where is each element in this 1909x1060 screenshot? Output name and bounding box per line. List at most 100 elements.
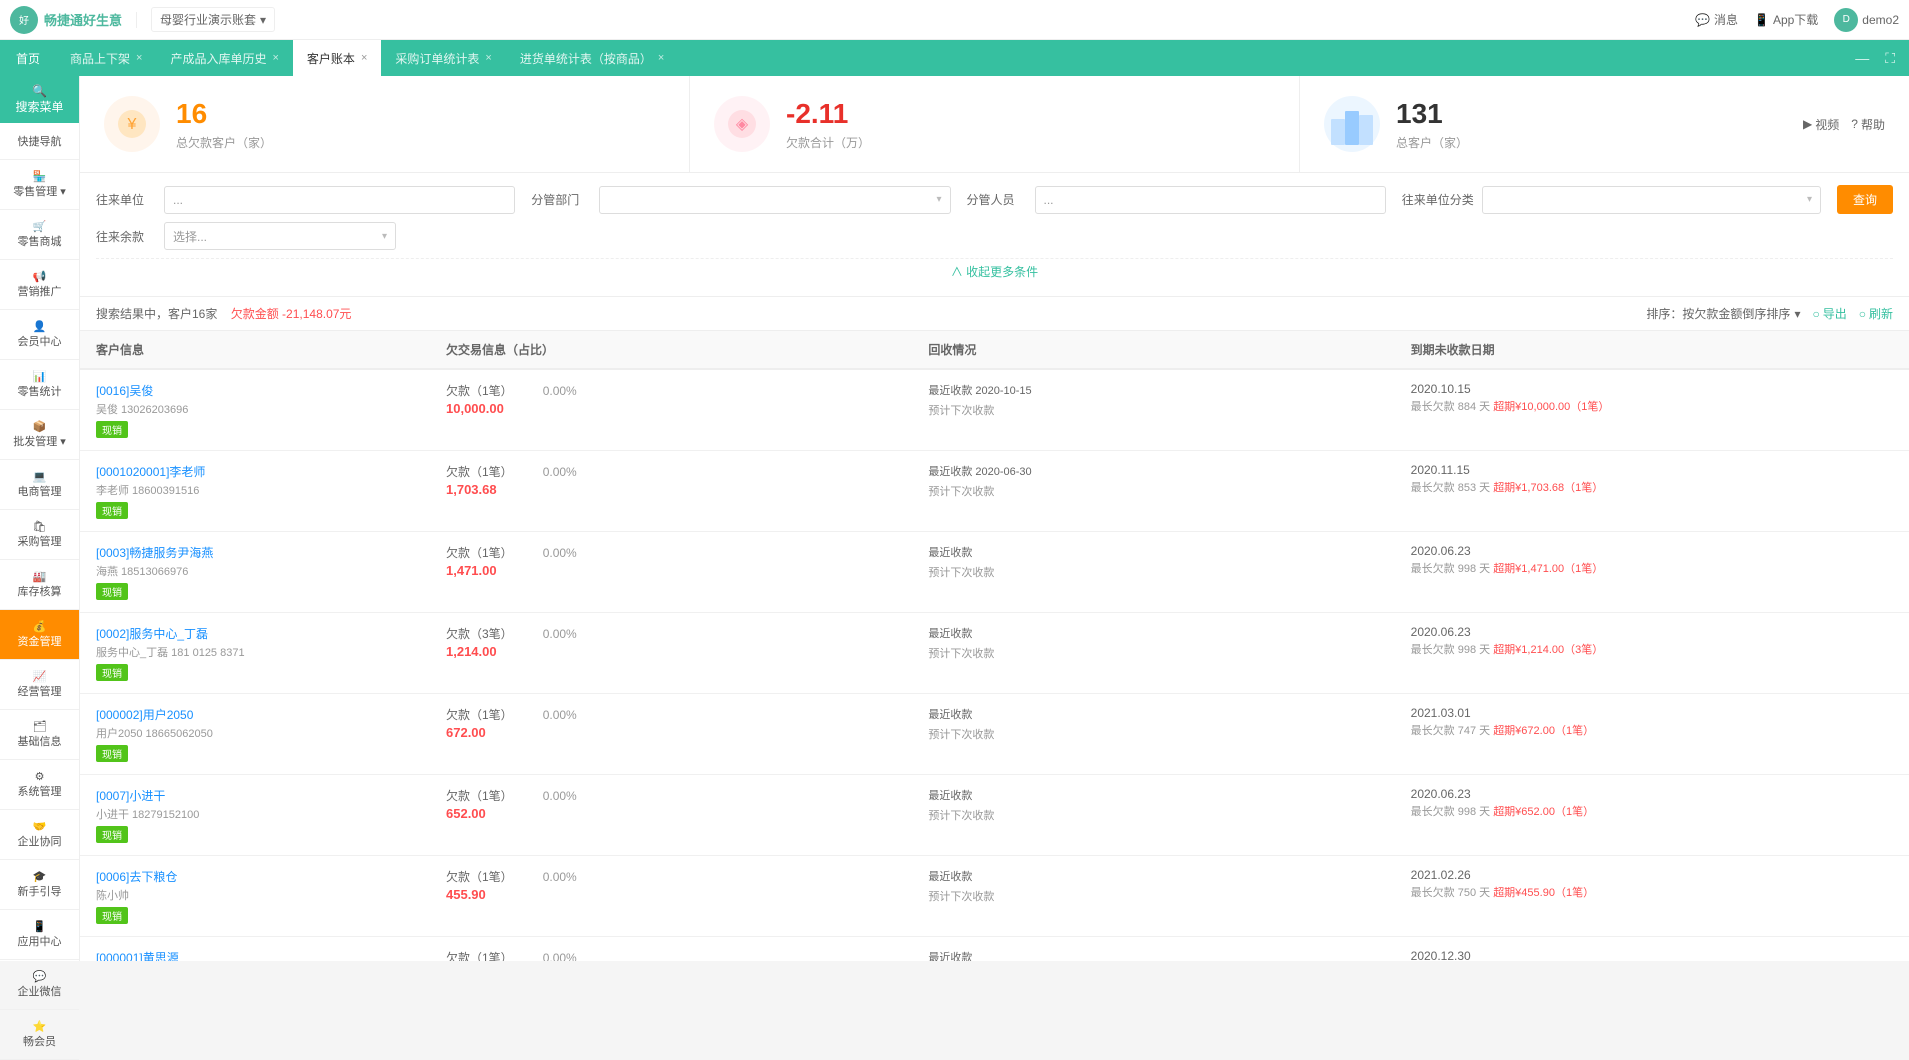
table-row: [0006]去下粮仓 陈小帅 现销 欠款（1笔） 0.00% 455.90 最近… xyxy=(80,856,1909,937)
customer-name[interactable]: [0002]服务中心_丁磊 xyxy=(96,625,446,642)
overdue-link[interactable]: 超期¥455.90（1笔） xyxy=(1493,887,1594,899)
sidebar-item-purchase[interactable]: 🛍 采购管理 xyxy=(0,510,79,560)
sidebar-item-wechat[interactable]: 💬 企业微信 xyxy=(0,960,79,1010)
avatar: D xyxy=(1834,8,1858,32)
overdue-link[interactable]: 超期¥652.00（1笔） xyxy=(1493,806,1594,818)
debt-amount[interactable]: 1,471.00 xyxy=(446,563,928,578)
filter-item-dept: 分管部门 ▾ xyxy=(531,186,950,214)
debt-amount[interactable]: 672.00 xyxy=(446,725,928,740)
close-tab-icon[interactable]: × xyxy=(658,52,664,64)
user-profile[interactable]: D demo2 xyxy=(1834,8,1899,32)
sidebar-item-member[interactable]: 👤 会员中心 xyxy=(0,310,79,360)
refresh-button[interactable]: ○ 刷新 xyxy=(1859,305,1893,322)
debt-amount[interactable]: 10,000.00 xyxy=(446,401,928,416)
collection-cell: 最近收款 2020-10-15 预计下次收款 xyxy=(928,382,1410,418)
source-input[interactable]: ... xyxy=(164,186,515,214)
manager-input[interactable]: ... xyxy=(1035,186,1386,214)
debt-amount[interactable]: 455.90 xyxy=(446,887,928,902)
video-link[interactable]: ▶ 视频 xyxy=(1803,116,1839,133)
sidebar-item-enterprise[interactable]: 🤝 企业协同 xyxy=(0,810,79,860)
customer-name[interactable]: [0003]畅捷服务尹海燕 xyxy=(96,544,446,561)
stat-info-total-customers: 131 总客户（家） xyxy=(1396,98,1468,151)
debt-info-cell: 欠款（3笔） 0.00% 1,214.00 xyxy=(446,625,928,659)
collection-cell: 最近收款 预计下次收款 xyxy=(928,787,1410,823)
tab-purchase-stats[interactable]: 采购订单统计表 × xyxy=(381,40,505,76)
customer-name[interactable]: [0006]去下粮仓 xyxy=(96,868,446,885)
search-menu[interactable]: 🔍 搜索菜单 xyxy=(0,76,79,123)
overdue-date: 2020.06.23 xyxy=(1411,544,1893,558)
debt-amount[interactable]: 1,703.68 xyxy=(446,482,928,497)
tab-customer-account[interactable]: 客户账本 × xyxy=(293,40,381,76)
close-tab-icon[interactable]: × xyxy=(485,52,491,64)
debt-amount[interactable]: 652.00 xyxy=(446,806,928,821)
next-collection: 预计下次收款 xyxy=(928,888,1410,904)
minimize-icon[interactable]: — xyxy=(1849,48,1875,68)
overdue-link[interactable]: 超期¥1,471.00（1笔） xyxy=(1493,563,1603,575)
overdue-date: 2020.06.23 xyxy=(1411,625,1893,639)
maximize-icon[interactable]: ⛶ xyxy=(1879,48,1901,69)
sort-selector[interactable]: 排序：按欠款金额倒序排序 ▾ xyxy=(1646,305,1800,322)
sidebar-item-quick-nav[interactable]: 快捷导航 xyxy=(0,123,79,160)
customer-name[interactable]: [000002]用户2050 xyxy=(96,706,446,723)
collapse-more-conditions[interactable]: ∧ 收起更多条件 xyxy=(96,258,1893,284)
sidebar-item-guide[interactable]: 🎓 新手引导 xyxy=(0,860,79,910)
dept-select[interactable]: ▾ xyxy=(599,186,950,214)
overdue-link[interactable]: 超期¥672.00（1笔） xyxy=(1493,725,1594,737)
app-download-link[interactable]: 📱 App下载 xyxy=(1754,11,1818,28)
table-row: [0007]小进干 小进干 18279152100 现销 欠款（1笔） 0.00… xyxy=(80,775,1909,856)
balance-select[interactable]: 选择... ▾ xyxy=(164,222,396,250)
customer-name[interactable]: [0001020001]李老师 xyxy=(96,463,446,480)
data-table: 客户信息 欠交易信息（占比） 回收情况 到期未收款日期 [0016]吴俊 吴俊 … xyxy=(80,331,1909,961)
sidebar-item-retail-stats[interactable]: 📊 零售统计 xyxy=(0,360,79,410)
filter-label-category: 往来单位分类 xyxy=(1402,191,1474,208)
sidebar-item-system[interactable]: ⚙ 系统管理 xyxy=(0,760,79,810)
overdue-link[interactable]: 超期¥1,214.00（3笔） xyxy=(1493,644,1603,656)
sidebar-item-ecommerce[interactable]: 💻 电商管理 xyxy=(0,460,79,510)
tab-product-status[interactable]: 商品上下架 × xyxy=(56,40,156,76)
stat-card-debt-customers: ¥ 16 总欠款客户（家） xyxy=(80,76,690,172)
debt-percent: 0.00% xyxy=(543,384,577,398)
overdue-link[interactable]: 超期¥10,000.00（1笔） xyxy=(1493,401,1609,413)
next-collection: 预计下次收款 xyxy=(928,402,1410,418)
help-link[interactable]: ? 帮助 xyxy=(1851,116,1885,133)
sidebar-item-marketing[interactable]: 📢 营销推广 xyxy=(0,260,79,310)
customer-name[interactable]: [000001]黄思源 xyxy=(96,949,446,961)
sidebar-item-operations[interactable]: 📈 经营管理 xyxy=(0,660,79,710)
category-select[interactable]: ▾ xyxy=(1482,186,1821,214)
customer-name[interactable]: [0016]吴俊 xyxy=(96,382,446,399)
debt-amount[interactable]: 1,214.00 xyxy=(446,644,928,659)
sidebar-item-member-program[interactable]: ⭐ 畅会员 xyxy=(0,1010,79,1060)
close-tab-icon[interactable]: × xyxy=(136,52,142,64)
overdue-link[interactable]: 超期¥1,703.68（1笔） xyxy=(1493,482,1603,494)
store-selector[interactable]: 母婴行业演示账套 ▾ xyxy=(151,7,275,32)
sidebar-item-retail-mgmt[interactable]: 🏪 零售管理 ▾ xyxy=(0,160,79,210)
tab-home[interactable]: 首页 xyxy=(0,40,56,76)
overdue-days: 最长欠款 998 天 超期¥652.00（1笔） xyxy=(1411,803,1893,819)
sidebar-item-finance[interactable]: 💰 资金管理 xyxy=(0,610,79,660)
customer-name[interactable]: [0007]小进干 xyxy=(96,787,446,804)
sidebar-item-apps[interactable]: 📱 应用中心 xyxy=(0,910,79,960)
logo-text: 畅捷通好生意 xyxy=(44,10,122,29)
sidebar-item-inventory[interactable]: 🏭 库存核算 xyxy=(0,560,79,610)
tab-purchase-product-stats[interactable]: 进货单统计表（按商品） × xyxy=(506,40,678,76)
overdue-date: 2021.02.26 xyxy=(1411,868,1893,882)
search-button[interactable]: 查询 xyxy=(1837,185,1893,214)
debt-info-cell: 欠款（1笔） 0.00% 10,000.00 xyxy=(446,382,928,416)
debt-total-label: 欠款合计（万） xyxy=(786,134,870,151)
manager-input-dots: ... xyxy=(1044,193,1054,207)
sidebar-item-wholesale-mgmt[interactable]: 📦 批发管理 ▾ xyxy=(0,410,79,460)
debt-percent: 0.00% xyxy=(543,708,577,722)
export-button[interactable]: ○ 导出 xyxy=(1812,305,1846,322)
nav-right-controls: — ⛶ xyxy=(1849,48,1909,69)
sidebar-item-retail-mall[interactable]: 🛒 零售商城 xyxy=(0,210,79,260)
logo-icon: 好 xyxy=(10,6,38,34)
refresh-icon: ○ xyxy=(1859,307,1866,321)
tab-production-history[interactable]: 产成品入库单历史 × xyxy=(156,40,292,76)
debt-count: 欠款（1笔） xyxy=(446,949,513,961)
close-tab-icon[interactable]: × xyxy=(361,52,367,64)
customer-info-cell: [000002]用户2050 用户2050 18665062050 现销 xyxy=(96,706,446,762)
sidebar-item-basics[interactable]: 🗂 基础信息 xyxy=(0,710,79,760)
message-link[interactable]: 💬 消息 xyxy=(1695,11,1738,28)
customer-contact: 小进干 18279152100 xyxy=(96,806,446,822)
close-tab-icon[interactable]: × xyxy=(272,52,278,64)
